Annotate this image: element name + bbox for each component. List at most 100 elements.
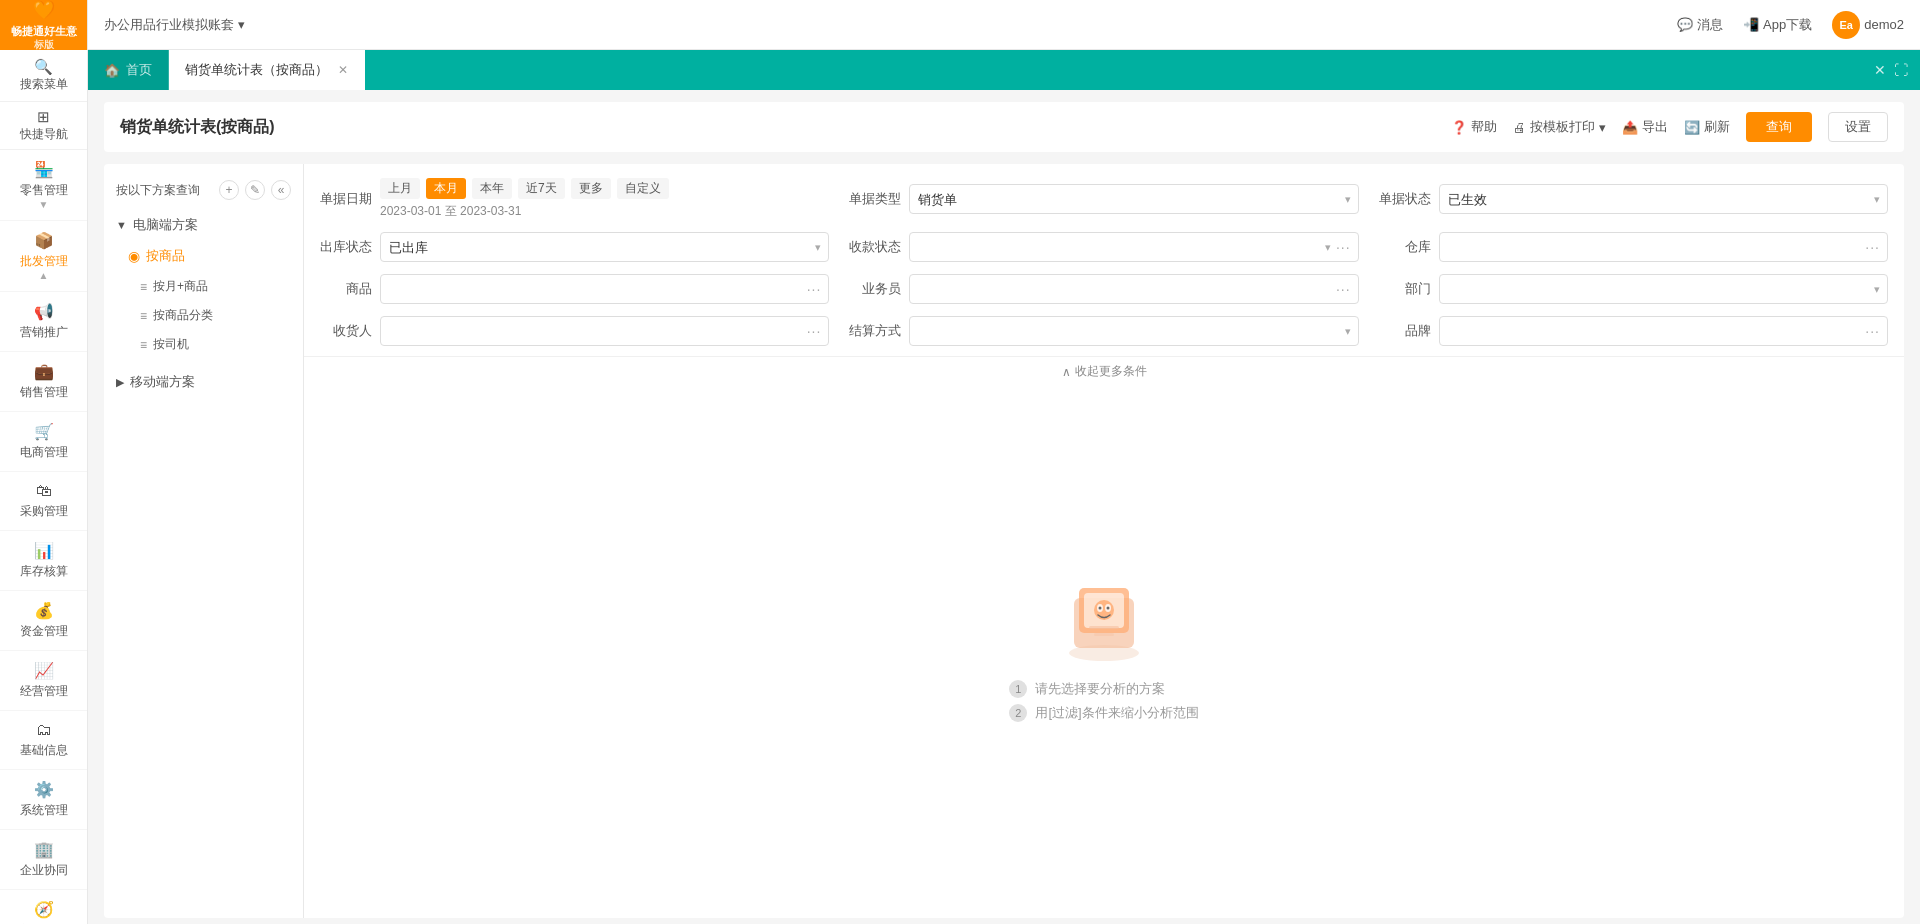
collapse-panel-btn[interactable]: « <box>271 180 291 200</box>
refresh-btn[interactable]: 🔄 刷新 <box>1684 118 1730 136</box>
sidebar-item-sales[interactable]: 💼 销售管理 <box>0 352 87 412</box>
sidebar-item-system[interactable]: ⚙️ 系统管理 <box>0 770 87 830</box>
payment-status-input[interactable] <box>909 232 1358 262</box>
filter-item-label: 按商品 <box>146 247 185 265</box>
mobile-section-header[interactable]: ▶ 移动端方案 <box>104 367 303 397</box>
export-btn[interactable]: 📤 导出 <box>1622 118 1668 136</box>
print-btn[interactable]: 🖨 按模板打印 ▾ <box>1513 118 1606 136</box>
help-btn[interactable]: ❓ 帮助 <box>1451 118 1497 136</box>
message-btn[interactable]: 💬 消息 <box>1677 16 1723 34</box>
search-menu[interactable]: 🔍 搜索菜单 <box>0 50 87 102</box>
goods-input[interactable] <box>380 274 829 304</box>
date-range-display: 2023-03-01 至 2023-03-31 <box>380 203 829 220</box>
date-tab-this-year[interactable]: 本年 <box>472 178 512 199</box>
stock-status-label: 出库状态 <box>320 238 372 256</box>
empty-hints: 1 请先选择要分析的方案 2 用[过滤]条件来缩小分析范围 <box>1009 680 1198 722</box>
status-field-control: 已生效 ▾ <box>1439 184 1888 214</box>
message-label: 消息 <box>1697 16 1723 34</box>
arrow-icon: ▲ <box>39 270 49 281</box>
settlement-select[interactable] <box>909 316 1358 346</box>
print-dropdown-icon: ▾ <box>1599 120 1606 135</box>
page-actions: ❓ 帮助 🖨 按模板打印 ▾ 📤 导出 🔄 刷新 查询 设置 <box>1451 112 1888 142</box>
svg-rect-9 <box>1089 626 1119 629</box>
tab-actions: ✕ ⛶ <box>1862 50 1920 90</box>
quick-nav[interactable]: ⊞ 快捷导航 <box>0 102 87 150</box>
sidebar-item-guide[interactable]: 🧭 新手引导 <box>0 890 87 924</box>
type-select[interactable]: 销货单 <box>909 184 1358 214</box>
collapse-bar[interactable]: ∧ 收起更多条件 <box>304 356 1904 386</box>
filter-item-label: 按商品分类 <box>153 307 213 324</box>
date-tab-this-month[interactable]: 本月 <box>426 178 466 199</box>
type-label: 单据类型 <box>849 190 901 208</box>
settlement-field-control: ▾ <box>909 316 1358 346</box>
filter-item-category[interactable]: ≡ 按商品分类 <box>104 301 303 330</box>
expand-window-btn[interactable]: ⛶ <box>1894 62 1908 78</box>
salesman-input[interactable] <box>909 274 1358 304</box>
salesman-field-control: ··· <box>909 274 1358 304</box>
brand-input[interactable] <box>1439 316 1888 346</box>
filter-item-month-goods[interactable]: ≡ 按月+商品 <box>104 272 303 301</box>
tab-sales-stat[interactable]: 销货单统计表（按商品） ✕ <box>169 50 365 90</box>
stock-status-select[interactable]: 已出库 <box>380 232 829 262</box>
status-field-row: 单据状态 已生效 ▾ <box>1379 178 1888 220</box>
tab-home[interactable]: 🏠 首页 <box>88 50 169 90</box>
receiver-input[interactable] <box>380 316 829 346</box>
status-label: 单据状态 <box>1379 190 1431 208</box>
edit-scheme-btn[interactable]: ✎ <box>245 180 265 200</box>
date-tab-7days[interactable]: 近7天 <box>518 178 565 199</box>
avatar: Ea <box>1832 11 1860 39</box>
sidebar-item-ecom[interactable]: 🛒 电商管理 <box>0 412 87 472</box>
download-icon: 📲 <box>1743 17 1759 32</box>
page-header: 销货单统计表(按商品) ❓ 帮助 🖨 按模板打印 ▾ 📤 导出 🔄 刷新 <box>104 102 1904 152</box>
close-window-btn[interactable]: ✕ <box>1874 62 1886 78</box>
date-filter-row: 上月 本月 本年 近7天 更多 自定义 <box>380 178 829 199</box>
wholesale-icon: 📦 <box>34 231 54 250</box>
sidebar-item-retail[interactable]: 🏪 零售管理 ▼ <box>0 150 87 221</box>
guide-icon: 🧭 <box>34 900 54 919</box>
hint-text-1: 请先选择要分析的方案 <box>1035 680 1165 698</box>
print-icon: 🖨 <box>1513 120 1526 135</box>
sidebar-item-basic[interactable]: 🗂 基础信息 <box>0 711 87 770</box>
goods-field-control: ··· <box>380 274 829 304</box>
user-menu[interactable]: Ea demo2 <box>1832 11 1904 39</box>
add-scheme-btn[interactable]: + <box>219 180 239 200</box>
empty-illustration <box>1044 568 1164 668</box>
sidebar-item-inventory[interactable]: 📊 库存核算 <box>0 531 87 591</box>
industry-selector[interactable]: 办公用品行业模拟账套 ▾ <box>104 16 245 34</box>
dept-select[interactable] <box>1439 274 1888 304</box>
main-area: 办公用品行业模拟账套 ▾ 💬 消息 📲 App下载 Ea demo2 🏠 <box>88 0 1920 924</box>
sidebar-item-marketing[interactable]: 📢 营销推广 <box>0 292 87 352</box>
stock-status-field-control: 已出库 ▾ <box>380 232 829 262</box>
section-arrow-icon: ▼ <box>116 219 127 231</box>
date-tab-last-month[interactable]: 上月 <box>380 178 420 199</box>
brand-label: 品牌 <box>1379 322 1431 340</box>
desktop-section-header[interactable]: ▼ 电脑端方案 <box>104 210 303 240</box>
sidebar-item-enterprise[interactable]: 🏢 企业协同 <box>0 830 87 890</box>
header-left: 办公用品行业模拟账套 ▾ <box>104 16 245 34</box>
sidebar-item-operations[interactable]: 📈 经营管理 <box>0 651 87 711</box>
filter-item-driver[interactable]: ≡ 按司机 <box>104 330 303 359</box>
enterprise-icon: 🏢 <box>34 840 54 859</box>
date-tab-custom[interactable]: 自定义 <box>617 178 669 199</box>
app-edition: 标版 <box>34 38 54 51</box>
message-icon: 💬 <box>1677 17 1693 32</box>
sidebar-item-purchase[interactable]: 🛍 采购管理 <box>0 472 87 531</box>
payment-status-field-row: 收款状态 ··· ▾ <box>849 232 1358 262</box>
settings-button[interactable]: 设置 <box>1828 112 1888 142</box>
filter-item-by-goods[interactable]: ◉ 按商品 <box>104 240 303 272</box>
sidebar-item-finance[interactable]: 💰 资金管理 <box>0 591 87 651</box>
date-label: 单据日期 <box>320 190 372 208</box>
purchase-icon: 🛍 <box>36 482 52 500</box>
tab-sales-label: 销货单统计表（按商品） <box>185 61 328 79</box>
settlement-field-row: 结算方式 ▾ <box>849 316 1358 346</box>
date-tab-more[interactable]: 更多 <box>571 178 611 199</box>
warehouse-input[interactable] <box>1439 232 1888 262</box>
app-download-btn[interactable]: 📲 App下载 <box>1743 16 1812 34</box>
sidebar-item-wholesale[interactable]: 📦 批发管理 ▲ <box>0 221 87 292</box>
sub-item-icon: ≡ <box>140 338 147 352</box>
receiver-field-control: ··· <box>380 316 829 346</box>
query-button[interactable]: 查询 <box>1746 112 1812 142</box>
tab-bar: 🏠 首页 销货单统计表（按商品） ✕ ✕ ⛶ <box>88 50 1920 90</box>
status-select[interactable]: 已生效 <box>1439 184 1888 214</box>
tab-close-btn[interactable]: ✕ <box>338 63 348 77</box>
